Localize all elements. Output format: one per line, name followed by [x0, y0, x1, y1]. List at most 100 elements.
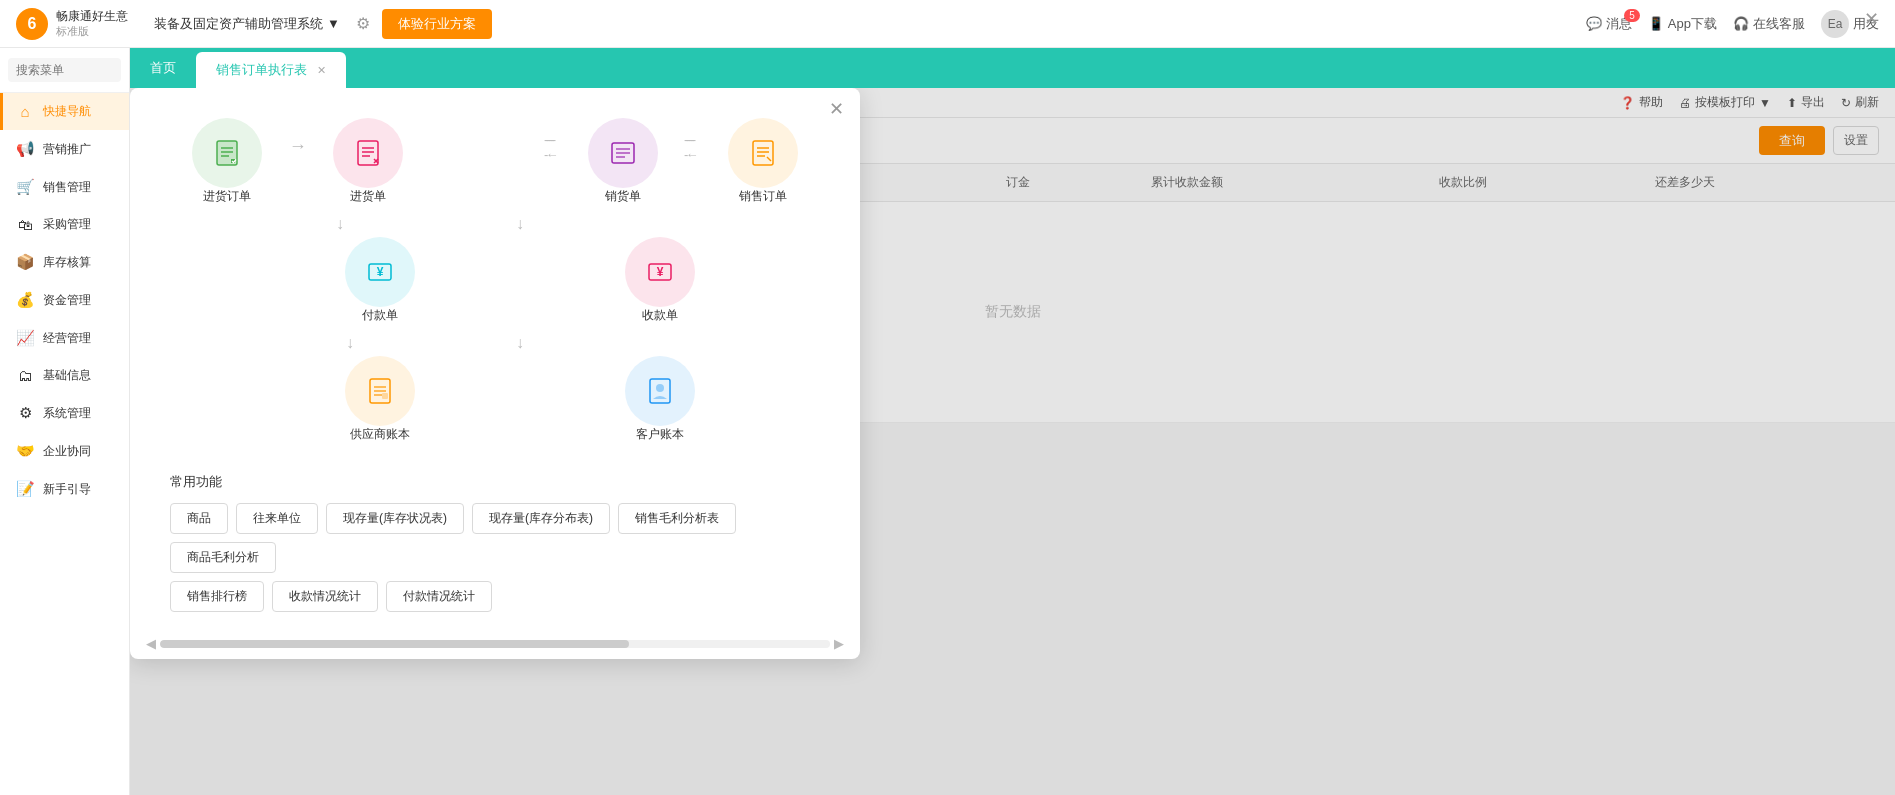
sidebar-item-finance[interactable]: 💰 资金管理 [0, 281, 129, 319]
newbie-icon: 📝 [15, 480, 35, 498]
func-btn-stock-status[interactable]: 现存量(库存状况表) [326, 503, 464, 534]
tab-sales-order-exec[interactable]: 销售订单执行表 ✕ [196, 52, 346, 88]
online-service-item[interactable]: 🎧 在线客服 [1733, 15, 1805, 33]
tab-close-icon[interactable]: ✕ [317, 64, 326, 77]
down-arrow-receipt: ↓ [450, 215, 590, 233]
sidebar-item-sys-mgmt[interactable]: ⚙ 系统管理 [0, 394, 129, 432]
flow-col-sales-order: 销售订单 [705, 118, 820, 205]
main-area: ⌂ 快捷导航 📢 营销推广 🛒 销售管理 🛍 采购管理 📦 库存核算 💰 [0, 48, 1895, 795]
dropdown-icon: ▼ [327, 16, 340, 31]
sidebar-label-base-info: 基础信息 [43, 367, 91, 384]
tab-bar: 首页 销售订单执行表 ✕ ✕ [130, 48, 1895, 88]
arrow-1: → [285, 136, 311, 157]
modal-close-button[interactable]: ✕ [829, 98, 844, 120]
payment-bill-icon: ¥ [345, 237, 415, 307]
common-functions-area: 常用功能 商品 往来单位 现存量(库存状况表) 现存量(库存分布表) 销售毛利分… [130, 473, 860, 632]
payment-bill-label: 付款单 [362, 307, 398, 324]
settings-button[interactable]: ⚙ [356, 14, 370, 33]
tab-home-label: 首页 [150, 59, 176, 77]
sidebar-label-enterprise: 企业协同 [43, 443, 91, 460]
logo-area: 6 畅康通好生意 标准版 [16, 8, 146, 40]
sidebar-label-marketing: 营销推广 [43, 141, 91, 158]
sidebar-item-marketing[interactable]: 📢 营销推广 [0, 130, 129, 168]
sidebar-item-sales[interactable]: 🛒 销售管理 [0, 168, 129, 206]
scroll-right-arrow[interactable]: ▶ [834, 636, 844, 651]
scrollbar-track[interactable] [160, 640, 830, 648]
sidebar-search-area [0, 48, 129, 93]
down-arrows-row-2: ↓ ↓ [170, 334, 820, 352]
top-right-area: 💬 消息 5 📱 App下载 🎧 在线客服 Ea 用友 [1586, 10, 1879, 38]
func-btn-goods[interactable]: 商品 [170, 503, 228, 534]
sidebar-item-purchase[interactable]: 🛍 采购管理 [0, 206, 129, 243]
sys-mgmt-icon: ⚙ [15, 404, 35, 422]
system-title-dropdown[interactable]: 装备及固定资产辅助管理系统 ▼ [154, 15, 340, 33]
svg-text:¥: ¥ [377, 265, 384, 279]
brand-line1: 畅康通好生意 [56, 9, 128, 25]
flow-col-purchase-bill: 进货单 [311, 118, 426, 205]
sidebar: ⌂ 快捷导航 📢 营销推广 🛒 销售管理 🛍 采购管理 📦 库存核算 💰 [0, 48, 130, 795]
purchase-icon: 🛍 [15, 216, 35, 233]
arrow-dashed-2: - - - - - -← [680, 132, 705, 162]
service-icon: 🎧 [1733, 16, 1749, 31]
down-arrow-payment: ↓ [310, 215, 370, 233]
func-btn-receipt-stat[interactable]: 收款情况统计 [272, 581, 378, 612]
sales-bill-icon [588, 118, 658, 188]
func-btn-sales-profit[interactable]: 销售毛利分析表 [618, 503, 736, 534]
receipt-bill-icon: ¥ [625, 237, 695, 307]
function-buttons: 商品 往来单位 现存量(库存状况表) 现存量(库存分布表) 销售毛利分析表 商品… [170, 503, 820, 573]
flow-col-purchase-order: 进货订单 [170, 118, 285, 205]
base-info-icon: 🗂 [15, 367, 35, 384]
trial-button[interactable]: 体验行业方案 [382, 9, 492, 39]
sidebar-item-quick-nav[interactable]: ⌂ 快捷导航 [0, 93, 129, 130]
online-service-label: 在线客服 [1753, 15, 1805, 33]
flow-col-customer-ledger: 客户账本 [590, 356, 730, 443]
modal-overlay: ✕ [130, 88, 1895, 795]
sidebar-label-operations: 经营管理 [43, 330, 91, 347]
func-btn-payment-stat[interactable]: 付款情况统计 [386, 581, 492, 612]
flow-col-supplier-ledger: 供应商账本 [310, 356, 450, 443]
inventory-icon: 📦 [15, 253, 35, 271]
customer-ledger-icon [625, 356, 695, 426]
func-btn-contacts[interactable]: 往来单位 [236, 503, 318, 534]
finance-icon: 💰 [15, 291, 35, 309]
sidebar-label-finance: 资金管理 [43, 292, 91, 309]
function-buttons-row2: 销售排行榜 收款情况统计 付款情况统计 [170, 581, 820, 612]
operations-icon: 📈 [15, 329, 35, 347]
message-badge: 5 [1624, 9, 1640, 22]
arrow-dashed: - - - - - -← [540, 132, 565, 162]
sidebar-item-base-info[interactable]: 🗂 基础信息 [0, 357, 129, 394]
svg-rect-12 [753, 141, 773, 165]
sales-icon: 🛒 [15, 178, 35, 196]
content-area: 首页 销售订单执行表 ✕ ✕ ❓ 帮助 🖨 按 [130, 48, 1895, 795]
page-content: ❓ 帮助 🖨 按模板打印 ▼ ⬆ 导出 ↻ 刷新 [130, 88, 1895, 795]
sidebar-item-newbie[interactable]: 📝 新手引导 [0, 470, 129, 508]
sidebar-item-inventory[interactable]: 📦 库存核算 [0, 243, 129, 281]
marketing-icon: 📢 [15, 140, 35, 158]
scroll-left-arrow[interactable]: ◀ [146, 636, 156, 651]
flow-row-1: 进货订单 → [170, 118, 820, 205]
enterprise-icon: 🤝 [15, 442, 35, 460]
modal-scrollbar-area: ◀ ▶ [130, 632, 860, 659]
brand-line2: 标准版 [56, 24, 128, 38]
func-btn-stock-dist[interactable]: 现存量(库存分布表) [472, 503, 610, 534]
flow-col-receipt-bill: ¥ 收款单 [590, 237, 730, 324]
search-input[interactable] [8, 58, 121, 82]
func-btn-sales-rank[interactable]: 销售排行榜 [170, 581, 264, 612]
app-download-item[interactable]: 📱 App下载 [1648, 15, 1717, 33]
flow-row-2: ¥ 付款单 [170, 237, 820, 324]
func-btn-goods-profit[interactable]: 商品毛利分析 [170, 542, 276, 573]
supplier-ledger-icon [345, 356, 415, 426]
sidebar-label-inventory: 库存核算 [43, 254, 91, 271]
down-arrow-customer: ↓ [450, 334, 590, 352]
sidebar-item-enterprise[interactable]: 🤝 企业协同 [0, 432, 129, 470]
purchase-order-label: 进货订单 [203, 188, 251, 205]
app-container: 6 畅康通好生意 标准版 装备及固定资产辅助管理系统 ▼ ⚙ 体验行业方案 💬 … [0, 0, 1895, 795]
flow-area: 进货订单 → [130, 88, 860, 473]
tab-home[interactable]: 首页 [130, 48, 196, 88]
logo-icon: 6 [16, 8, 48, 40]
purchase-bill-label: 进货单 [350, 188, 386, 205]
sales-bill-label: 销货单 [605, 188, 641, 205]
message-item[interactable]: 💬 消息 5 [1586, 15, 1632, 33]
sidebar-label-sales: 销售管理 [43, 179, 91, 196]
sidebar-item-operations[interactable]: 📈 经营管理 [0, 319, 129, 357]
